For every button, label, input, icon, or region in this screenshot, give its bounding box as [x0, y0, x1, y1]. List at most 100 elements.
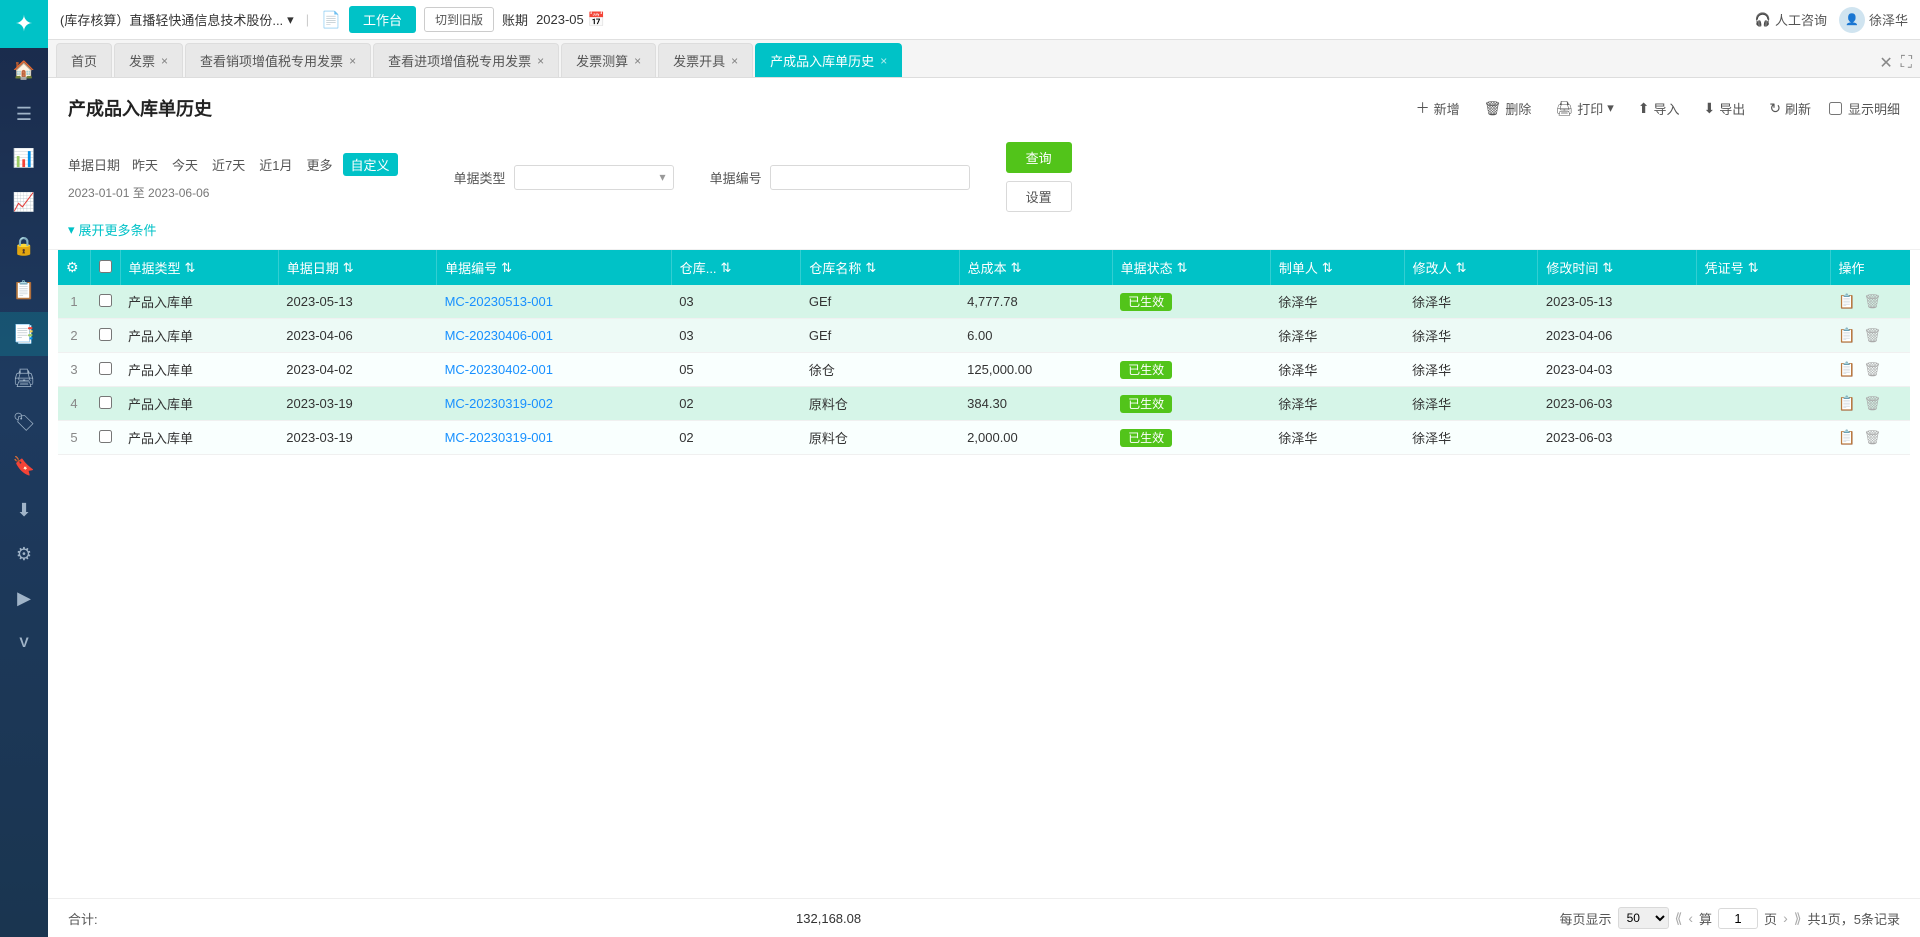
edit-icon[interactable]: 📋	[1838, 395, 1855, 412]
prev-page-button[interactable]: ‹	[1688, 910, 1693, 926]
delete-button[interactable]: 🗑 删除	[1478, 95, 1538, 122]
import-button[interactable]: ⬆ 导入	[1632, 95, 1686, 122]
sidebar-item-menu[interactable]: ☰	[0, 92, 48, 136]
sidebar-item-list[interactable]: 📋	[0, 268, 48, 312]
th-voucher-no[interactable]: 凭证号⇅	[1696, 250, 1830, 285]
th-doc-no[interactable]: 单据编号⇅	[437, 250, 672, 285]
tab-close-calc[interactable]: ×	[634, 54, 641, 68]
delete-row-icon[interactable]: 🗑	[1863, 293, 1881, 310]
user-menu[interactable]: 👤 徐泽华	[1839, 7, 1908, 33]
edit-icon[interactable]: 📋	[1838, 293, 1855, 310]
row-checkbox[interactable]	[99, 294, 112, 307]
settings-icon[interactable]: ⚙	[66, 259, 79, 275]
print-button[interactable]: 🖨 打印 ▾	[1549, 95, 1619, 122]
new-button[interactable]: ＋ 新增	[1410, 94, 1466, 122]
shortcut-1month[interactable]: 近1月	[255, 153, 296, 176]
workbench-button[interactable]: 工作台	[349, 6, 416, 33]
tab-invoice-issue[interactable]: 发票开具 ×	[658, 43, 753, 77]
sidebar-item-lock[interactable]: 🔒	[0, 224, 48, 268]
th-warehouse-code[interactable]: 仓库...⇅	[671, 250, 801, 285]
edit-icon[interactable]: 📋	[1838, 361, 1855, 378]
expand-filter-button[interactable]: ▾ 展开更多条件	[68, 220, 1900, 239]
doc-type-select[interactable]: 产品入库单	[514, 165, 674, 190]
tab-close-purchase[interactable]: ×	[537, 54, 544, 68]
shortcut-custom[interactable]: 自定义	[343, 153, 398, 176]
sidebar-item-docs[interactable]: 📑	[0, 312, 48, 356]
th-warehouse-name[interactable]: 仓库名称⇅	[801, 250, 959, 285]
th-modify-time[interactable]: 修改时间⇅	[1538, 250, 1696, 285]
edit-icon[interactable]: 📋	[1838, 429, 1855, 446]
tab-home[interactable]: 首页	[56, 43, 112, 77]
doc-no-link[interactable]: MC-20230319-002	[445, 396, 553, 411]
tab-invoice[interactable]: 发票 ×	[114, 43, 183, 77]
old-version-button[interactable]: 切到旧版	[424, 7, 494, 32]
sidebar-item-bookmark[interactable]: 🔖	[0, 444, 48, 488]
cell-voucher-no	[1696, 285, 1830, 319]
row-checkbox[interactable]	[99, 430, 112, 443]
edit-icon[interactable]: 📋	[1838, 327, 1855, 344]
tab-close-history[interactable]: ×	[880, 54, 887, 68]
doc-no-link[interactable]: MC-20230402-001	[445, 362, 553, 377]
shortcut-more[interactable]: 更多	[303, 153, 337, 176]
tab-product-history[interactable]: 产成品入库单历史 ×	[755, 43, 902, 77]
th-status[interactable]: 单据状态⇅	[1112, 250, 1270, 285]
next-page-button[interactable]: ›	[1783, 910, 1788, 926]
sidebar-item-play[interactable]: ▶	[0, 576, 48, 620]
th-creator[interactable]: 制单人⇅	[1270, 250, 1404, 285]
shortcut-yesterday[interactable]: 昨天	[128, 153, 162, 176]
customer-service[interactable]: 🎧 人工咨询	[1755, 10, 1827, 29]
tab-purchase-invoice[interactable]: 查看进项增值税专用发票 ×	[373, 43, 559, 77]
shortcut-today[interactable]: 今天	[168, 153, 202, 176]
export-button[interactable]: ⬇ 导出	[1697, 95, 1751, 122]
tab-close-invoice[interactable]: ×	[161, 54, 168, 68]
tab-invoice-calc[interactable]: 发票测算 ×	[561, 43, 656, 77]
delete-row-icon[interactable]: 🗑	[1863, 395, 1881, 412]
tab-maximize-button[interactable]: ⛶	[1901, 54, 1912, 72]
delete-row-icon[interactable]: 🗑	[1863, 327, 1881, 344]
th-total-cost[interactable]: 总成本⇅	[959, 250, 1112, 285]
sidebar-item-chart[interactable]: 📈	[0, 180, 48, 224]
th-doc-type[interactable]: 单据类型⇅	[120, 250, 278, 285]
shortcut-7days[interactable]: 近7天	[208, 153, 249, 176]
tab-close-issue[interactable]: ×	[731, 54, 738, 68]
doc-no-input[interactable]	[770, 165, 970, 190]
table-header-row: ⚙ 单据类型⇅ 单据日期⇅ 单据编号⇅ 仓库...⇅ 仓库名称⇅ 总成本⇅ 单据…	[58, 250, 1910, 285]
set-button[interactable]: 设置	[1006, 181, 1072, 212]
doc-no-link[interactable]: MC-20230319-001	[445, 430, 553, 445]
cell-warehouse-name: 原料仓	[801, 387, 959, 421]
page-number-input[interactable]	[1718, 908, 1758, 929]
delete-row-icon[interactable]: 🗑	[1863, 361, 1881, 378]
doc-no-link[interactable]: MC-20230406-001	[445, 328, 553, 343]
row-checkbox[interactable]	[99, 328, 112, 341]
show-detail-toggle[interactable]: 显示明细	[1829, 99, 1900, 118]
th-gear[interactable]: ⚙	[58, 250, 90, 285]
company-selector[interactable]: (库存核算）直播轻快通信息技术股份... ▾	[60, 10, 294, 29]
sidebar-item-tag[interactable]: 🏷	[0, 400, 48, 444]
sidebar-item-download[interactable]: ⬇	[0, 488, 48, 532]
th-doc-date[interactable]: 单据日期⇅	[278, 250, 436, 285]
last-page-button[interactable]: ⟫	[1794, 910, 1802, 927]
delete-row-icon[interactable]: 🗑	[1863, 429, 1881, 446]
tab-sales-invoice[interactable]: 查看销项增值税专用发票 ×	[185, 43, 371, 77]
refresh-button[interactable]: ↻ 刷新	[1763, 95, 1817, 122]
doc-no-link[interactable]: MC-20230513-001	[445, 294, 553, 309]
row-checkbox[interactable]	[99, 362, 112, 375]
page-size-select[interactable]: 50 100 200	[1618, 907, 1669, 929]
th-modifier[interactable]: 修改人⇅	[1404, 250, 1538, 285]
table-row: 4 产品入库单 2023-03-19 MC-20230319-002 02 原料…	[58, 387, 1910, 421]
calendar-icon[interactable]: 📅	[588, 11, 605, 28]
sidebar-item-home[interactable]: 🏠	[0, 48, 48, 92]
tab-close-sales[interactable]: ×	[349, 54, 356, 68]
row-actions: 📋 🗑	[1838, 293, 1902, 310]
first-page-button[interactable]: ⟪	[1675, 910, 1683, 927]
sidebar-item-analytics[interactable]: 📊	[0, 136, 48, 180]
query-button[interactable]: 查询	[1006, 142, 1072, 173]
sidebar-item-settings[interactable]: ⚙	[0, 532, 48, 576]
sidebar-item-version[interactable]: V	[0, 620, 48, 664]
show-detail-checkbox[interactable]	[1829, 102, 1842, 115]
select-all-checkbox[interactable]	[99, 260, 112, 273]
tab-close-all-button[interactable]: ✕	[1879, 53, 1892, 73]
row-checkbox[interactable]	[99, 396, 112, 409]
cell-modifier: 徐泽华	[1404, 421, 1538, 455]
sidebar-item-print[interactable]: 🖨	[0, 356, 48, 400]
